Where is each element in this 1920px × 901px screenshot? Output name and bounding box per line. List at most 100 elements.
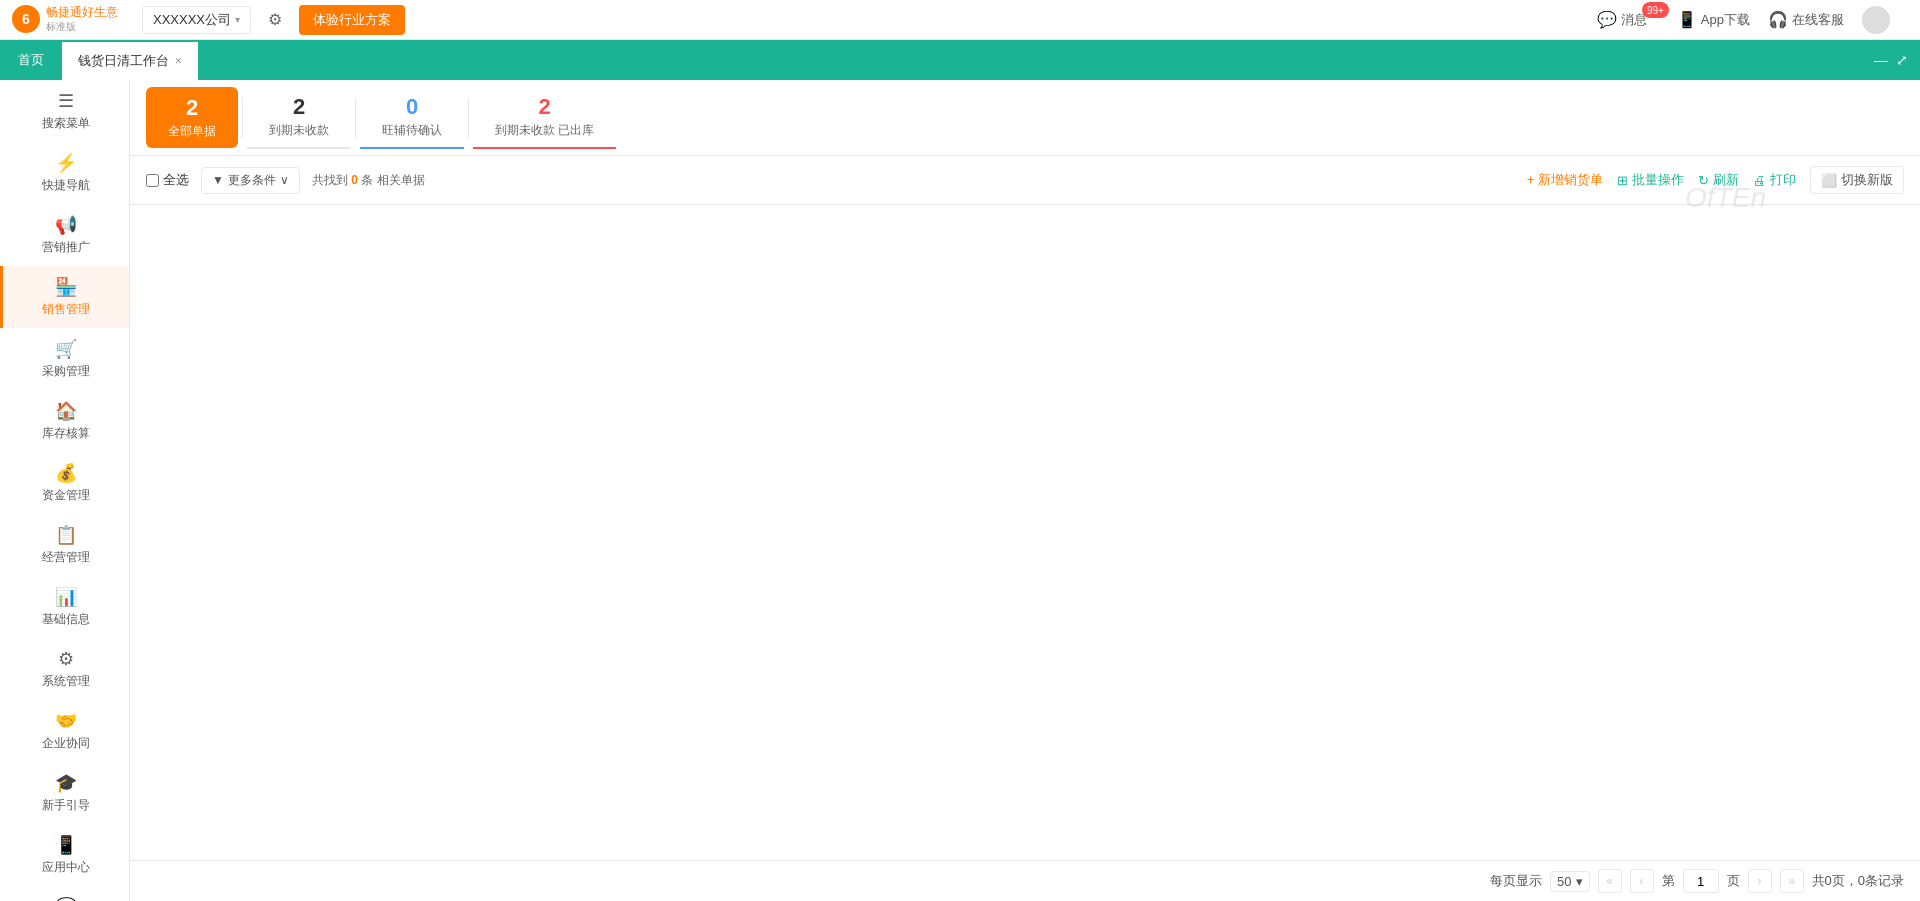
download-icon: 📱 [1677, 10, 1697, 29]
stat-all-num: 2 [186, 95, 198, 121]
stat-wangwang-card[interactable]: 0 旺辅待确认 [360, 86, 464, 149]
quick-nav-icon: ⚡ [55, 152, 77, 174]
wechat-icon: 💬 [55, 896, 77, 901]
table-area [130, 205, 1920, 860]
sidebar-label: 新手引导 [42, 797, 90, 814]
app-center-icon: 📱 [55, 834, 77, 856]
stat-wangwang-label: 旺辅待确认 [382, 122, 442, 139]
stat-overdue-card[interactable]: 2 到期未收款 [247, 86, 351, 149]
sidebar-item-cooperation[interactable]: 🤝 企业协同 [0, 700, 129, 762]
sidebar-item-basic-info[interactable]: 📊 基础信息 [0, 576, 129, 638]
sidebar-item-wechat[interactable]: 💬 企业微信 [0, 886, 129, 901]
online-service-label: 在线客服 [1792, 11, 1844, 29]
company-selector[interactable]: XXXXXX公司 ▾ [142, 6, 251, 34]
inventory-icon: 🏠 [55, 400, 77, 422]
company-name: XXXXXX公司 [153, 11, 231, 29]
sidebar-label: 快捷导航 [42, 177, 90, 194]
avatar[interactable] [1862, 6, 1890, 34]
batch-ops-btn[interactable]: ⊞ 批量操作 [1617, 171, 1684, 189]
select-all-checkbox[interactable]: 全选 [146, 171, 189, 189]
sales-icon: 🏪 [55, 276, 77, 298]
sidebar-item-purchase[interactable]: 🛒 采购管理 [0, 328, 129, 390]
stat-all-card[interactable]: 2 全部单据 [146, 87, 238, 148]
system-icon: ⚙ [58, 648, 74, 670]
tab-bar: 首页 钱货日清工作台 × — ⤢ [0, 40, 1920, 80]
online-service-btn[interactable]: 🎧 在线客服 [1768, 10, 1844, 29]
sidebar-item-sales[interactable]: 🏪 销售管理 [0, 266, 129, 328]
sidebar-label: 库存核算 [42, 425, 90, 442]
sidebar-item-guide[interactable]: 🎓 新手引导 [0, 762, 129, 824]
message-btn[interactable]: 💬 消息 99+ [1585, 10, 1659, 29]
sidebar-item-app-center[interactable]: 📱 应用中心 [0, 824, 129, 886]
stat-shipped-num: 2 [539, 94, 551, 120]
message-icon: 💬 [1597, 10, 1617, 29]
service-icon: 🎧 [1768, 10, 1788, 29]
sidebar-item-quick-nav[interactable]: ⚡ 快捷导航 [0, 142, 129, 204]
sidebar-label: 企业协同 [42, 735, 90, 752]
batch-icon: ⊞ [1617, 173, 1628, 188]
app-name: 畅捷通好生意 [46, 5, 118, 19]
maximize-icon[interactable]: ⤢ [1896, 52, 1908, 68]
sidebar-label: 搜索菜单 [42, 115, 90, 132]
next-page-btn[interactable]: › [1748, 869, 1772, 893]
stat-shipped-label: 到期未收款 已出库 [495, 122, 594, 139]
found-num: 0 [351, 173, 358, 187]
sidebar-item-system[interactable]: ⚙ 系统管理 [0, 638, 129, 700]
search-menu-icon: ☰ [58, 90, 74, 112]
tab-active[interactable]: 钱货日清工作台 × [62, 40, 198, 80]
top-bar: 6 畅捷通好生意 标准版 XXXXXX公司 ▾ ⚙ 体验行业方案 💬 消息 99… [0, 0, 1920, 40]
last-page-btn[interactable]: » [1780, 869, 1804, 893]
stat-wangwang-num: 0 [406, 94, 418, 120]
first-page-btn[interactable]: « [1598, 869, 1622, 893]
refresh-icon: ↻ [1698, 173, 1709, 188]
sidebar-label: 应用中心 [42, 859, 90, 876]
marketing-icon: 📢 [55, 214, 77, 236]
sidebar-label: 销售管理 [42, 301, 90, 318]
content-area: 2 全部单据 2 到期未收款 0 旺辅待确认 2 到期未收款 已出库 [130, 80, 1920, 901]
pagination-bar: 每页显示 50 ▾ « ‹ 第 页 › » 共0页，0条记录 [130, 860, 1920, 901]
current-page-input[interactable] [1683, 869, 1719, 893]
page-size-select[interactable]: 50 ▾ [1550, 871, 1589, 892]
switch-version-btn[interactable]: ⬜ 切换新版 [1810, 166, 1904, 194]
logo-text-block: 畅捷通好生意 标准版 [46, 5, 118, 33]
sidebar-item-marketing[interactable]: 📢 营销推广 [0, 204, 129, 266]
found-text: 共找到 0 条 相关单据 [312, 172, 425, 189]
sidebar-item-operations[interactable]: 📋 经营管理 [0, 514, 129, 576]
sidebar-item-inventory[interactable]: 🏠 库存核算 [0, 390, 129, 452]
tab-label: 钱货日清工作台 [78, 52, 169, 70]
message-badge: 99+ [1642, 2, 1669, 18]
more-filters-btn[interactable]: ▼ 更多条件 ∨ [201, 167, 300, 194]
app-download-btn[interactable]: 📱 App下载 [1677, 10, 1750, 29]
main-layout: ☰ 搜索菜单 ⚡ 快捷导航 📢 营销推广 🏪 销售管理 🛒 采购管理 🏠 库存核… [0, 80, 1920, 901]
sidebar-label: 系统管理 [42, 673, 90, 690]
sidebar-item-finance[interactable]: 💰 资金管理 [0, 452, 129, 514]
settings-button[interactable]: ⚙ [261, 6, 289, 34]
switch-icon: ⬜ [1821, 173, 1837, 188]
sidebar-label: 采购管理 [42, 363, 90, 380]
page-suffix: 页 [1727, 872, 1740, 890]
refresh-btn[interactable]: ↻ 刷新 [1698, 171, 1739, 189]
basic-info-icon: 📊 [55, 586, 77, 608]
prev-page-btn[interactable]: ‹ [1630, 869, 1654, 893]
print-btn[interactable]: 🖨 打印 [1753, 171, 1796, 189]
page-size-chevron: ▾ [1576, 874, 1583, 889]
add-sales-btn[interactable]: + 新增销货单 [1527, 171, 1603, 189]
stats-row: 2 全部单据 2 到期未收款 0 旺辅待确认 2 到期未收款 已出库 [130, 80, 1920, 156]
stat-shipped-card[interactable]: 2 到期未收款 已出库 [473, 86, 616, 149]
sidebar-label: 营销推广 [42, 239, 90, 256]
guide-icon: 🎓 [55, 772, 77, 794]
select-all-label: 全选 [163, 171, 189, 189]
sidebar-label: 基础信息 [42, 611, 90, 628]
tab-bar-right: — ⤢ [1874, 52, 1920, 68]
tab-close-icon[interactable]: × [175, 54, 182, 68]
sidebar: ☰ 搜索菜单 ⚡ 快捷导航 📢 营销推广 🏪 销售管理 🛒 采购管理 🏠 库存核… [0, 80, 130, 901]
tab-home[interactable]: 首页 [0, 40, 62, 80]
operations-icon: 📋 [55, 524, 77, 546]
stat-overdue-num: 2 [293, 94, 305, 120]
sidebar-item-search-menu[interactable]: ☰ 搜索菜单 [0, 80, 129, 142]
trial-btn[interactable]: 体验行业方案 [299, 5, 405, 35]
select-all-input[interactable] [146, 174, 159, 187]
toolbar-right: + 新增销货单 ⊞ 批量操作 ↻ 刷新 🖨 打印 ⬜ 切换新版 [1527, 166, 1904, 194]
purchase-icon: 🛒 [55, 338, 77, 360]
minimize-icon[interactable]: — [1874, 52, 1888, 68]
